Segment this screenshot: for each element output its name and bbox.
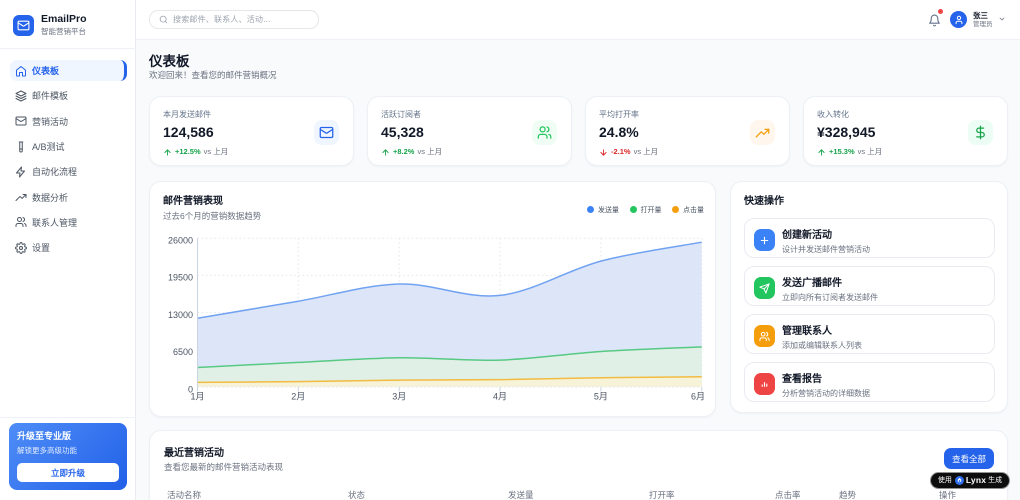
svg-text:6月: 6月 <box>691 392 705 402</box>
svg-text:13000: 13000 <box>168 310 193 320</box>
svg-text:2月: 2月 <box>291 392 305 402</box>
svg-text:4月: 4月 <box>493 392 507 402</box>
svg-text:5月: 5月 <box>594 392 608 402</box>
svg-text:19500: 19500 <box>168 273 193 283</box>
svg-text:6500: 6500 <box>173 347 193 357</box>
svg-text:1月: 1月 <box>190 392 204 402</box>
svg-text:3月: 3月 <box>392 392 406 402</box>
svg-text:26000: 26000 <box>168 236 193 246</box>
